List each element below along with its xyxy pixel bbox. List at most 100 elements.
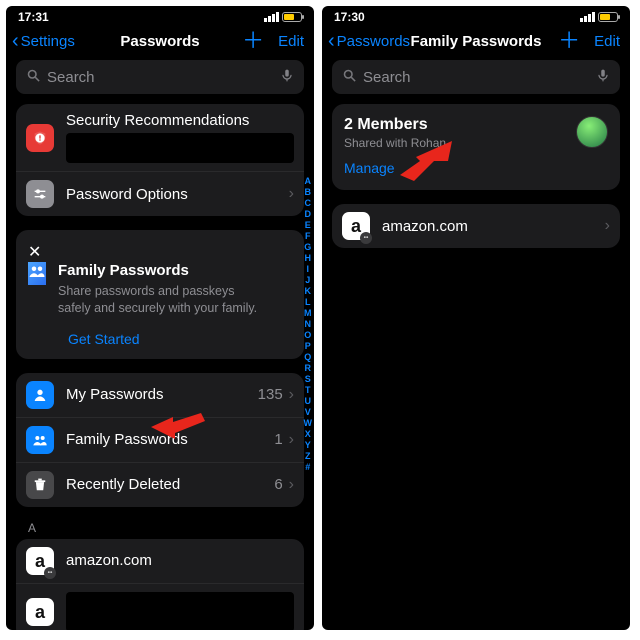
- index-letter[interactable]: N: [305, 319, 312, 329]
- status-bar: 17:30: [322, 6, 630, 24]
- search-placeholder: Search: [363, 69, 411, 86]
- my-passwords-label: My Passwords: [66, 386, 164, 403]
- battery-icon: [282, 12, 302, 22]
- chevron-right-icon: ›: [289, 431, 294, 449]
- index-letter[interactable]: U: [305, 396, 312, 406]
- people-icon: [26, 426, 54, 454]
- search-input[interactable]: Search: [332, 60, 620, 94]
- password-options-row[interactable]: Password Options ›: [16, 171, 304, 216]
- security-recommendations-label: Security Recommendations: [66, 112, 294, 129]
- members-subtitle: Shared with Rohan: [344, 136, 576, 150]
- back-label: Settings: [21, 33, 75, 50]
- index-letter[interactable]: P: [305, 341, 311, 351]
- index-letter[interactable]: Z: [305, 451, 311, 461]
- person-icon: [26, 381, 54, 409]
- phone-right: 17:30 ‹ Passwords Family Passwords ＋ Edi…: [322, 6, 630, 630]
- chevron-left-icon: ‹: [12, 31, 19, 51]
- family-icon: [28, 262, 46, 285]
- index-letter[interactable]: D: [305, 209, 312, 219]
- shield-exclaim-icon: [26, 124, 54, 152]
- group-security: Security Recommendations Password Option…: [16, 104, 304, 216]
- entries: a amazon.com ›: [332, 204, 620, 248]
- entry-label: amazon.com: [66, 552, 152, 569]
- members-title: 2 Members: [344, 116, 576, 134]
- index-letter[interactable]: Q: [304, 352, 311, 362]
- recently-deleted-count: 6: [274, 476, 282, 493]
- status-time: 17:31: [18, 10, 49, 24]
- edit-button[interactable]: Edit: [594, 33, 620, 50]
- status-bar: 17:31: [6, 6, 314, 24]
- index-letter[interactable]: C: [305, 198, 312, 208]
- group-lists: My Passwords 135 › Family Passwords 1 › …: [16, 373, 304, 507]
- index-letter[interactable]: W: [304, 418, 313, 428]
- family-passwords-label: Family Passwords: [66, 431, 188, 448]
- index-letter[interactable]: Y: [305, 440, 311, 450]
- index-letter[interactable]: M: [304, 308, 312, 318]
- get-started-link[interactable]: Get Started: [68, 331, 292, 347]
- battery-icon: [598, 12, 618, 22]
- page-title: Family Passwords: [411, 33, 542, 50]
- avatar: [576, 116, 608, 148]
- index-letter[interactable]: L: [305, 297, 311, 307]
- family-passwords-row[interactable]: Family Passwords 1 ›: [16, 417, 304, 462]
- phone-left: 17:31 ‹ Settings Passwords ＋ Edit Search: [6, 6, 314, 630]
- search-icon: [26, 68, 41, 87]
- nav-bar: ‹ Settings Passwords ＋ Edit: [6, 24, 314, 60]
- index-letter[interactable]: #: [305, 462, 310, 472]
- index-letter[interactable]: E: [305, 220, 311, 230]
- my-passwords-row[interactable]: My Passwords 135 ›: [16, 373, 304, 417]
- slider-icon: [26, 180, 54, 208]
- index-letter[interactable]: I: [306, 264, 309, 274]
- back-button[interactable]: ‹ Settings: [12, 31, 75, 51]
- index-letter[interactable]: O: [304, 330, 311, 340]
- chevron-left-icon: ‹: [328, 31, 335, 51]
- index-letter[interactable]: T: [305, 385, 311, 395]
- index-letter[interactable]: R: [305, 363, 312, 373]
- mic-icon[interactable]: [596, 67, 610, 88]
- page-title: Passwords: [120, 33, 199, 50]
- family-passwords-count: 1: [274, 431, 282, 448]
- index-letter[interactable]: K: [305, 286, 312, 296]
- index-bar[interactable]: ABCDEFGHIJKLMNOPQRSTUVWXYZ#: [304, 176, 313, 472]
- back-button[interactable]: ‹ Passwords: [328, 31, 410, 51]
- index-letter[interactable]: J: [305, 275, 310, 285]
- index-letter[interactable]: G: [304, 242, 311, 252]
- index-letter[interactable]: X: [305, 429, 311, 439]
- members-card: 2 Members Shared with Rohan Manage: [332, 104, 620, 190]
- entry-redacted[interactable]: a: [16, 583, 304, 630]
- back-label: Passwords: [337, 33, 410, 50]
- promo-description: Share passwords and passkeys safely and …: [58, 283, 292, 317]
- entry-amazon[interactable]: a amazon.com: [16, 539, 304, 583]
- chevron-right-icon: ›: [605, 217, 610, 235]
- entry-amazon[interactable]: a amazon.com ›: [332, 204, 620, 248]
- add-button[interactable]: ＋: [242, 30, 264, 52]
- amazon-icon: a: [26, 598, 54, 626]
- search-input[interactable]: Search: [16, 60, 304, 94]
- index-letter[interactable]: V: [305, 407, 311, 417]
- family-passwords-promo: ✕ Family Passwords Share passwords and p…: [16, 230, 304, 359]
- edit-button[interactable]: Edit: [278, 33, 304, 50]
- recently-deleted-label: Recently Deleted: [66, 476, 180, 493]
- signal-icon: [264, 12, 279, 22]
- index-letter[interactable]: A: [305, 176, 312, 186]
- index-letter[interactable]: S: [305, 374, 311, 384]
- chevron-right-icon: ›: [289, 476, 294, 494]
- status-time: 17:30: [334, 10, 365, 24]
- entry-label: amazon.com: [382, 218, 468, 235]
- shared-badge-icon: [44, 567, 56, 579]
- shared-badge-icon: [360, 232, 372, 244]
- section-header-a: A: [28, 521, 314, 535]
- index-letter[interactable]: B: [305, 187, 312, 197]
- index-letter[interactable]: H: [305, 253, 312, 263]
- security-recommendations-row[interactable]: Security Recommendations: [16, 104, 304, 171]
- add-button[interactable]: ＋: [558, 30, 580, 52]
- close-icon[interactable]: ✕: [28, 244, 41, 261]
- search-placeholder: Search: [47, 69, 95, 86]
- trash-icon: [26, 471, 54, 499]
- manage-link[interactable]: Manage: [344, 160, 395, 176]
- mic-icon[interactable]: [280, 67, 294, 88]
- promo-title: Family Passwords: [58, 262, 292, 279]
- recently-deleted-row[interactable]: Recently Deleted 6 ›: [16, 462, 304, 507]
- index-letter[interactable]: F: [305, 231, 311, 241]
- password-options-label: Password Options: [66, 186, 188, 203]
